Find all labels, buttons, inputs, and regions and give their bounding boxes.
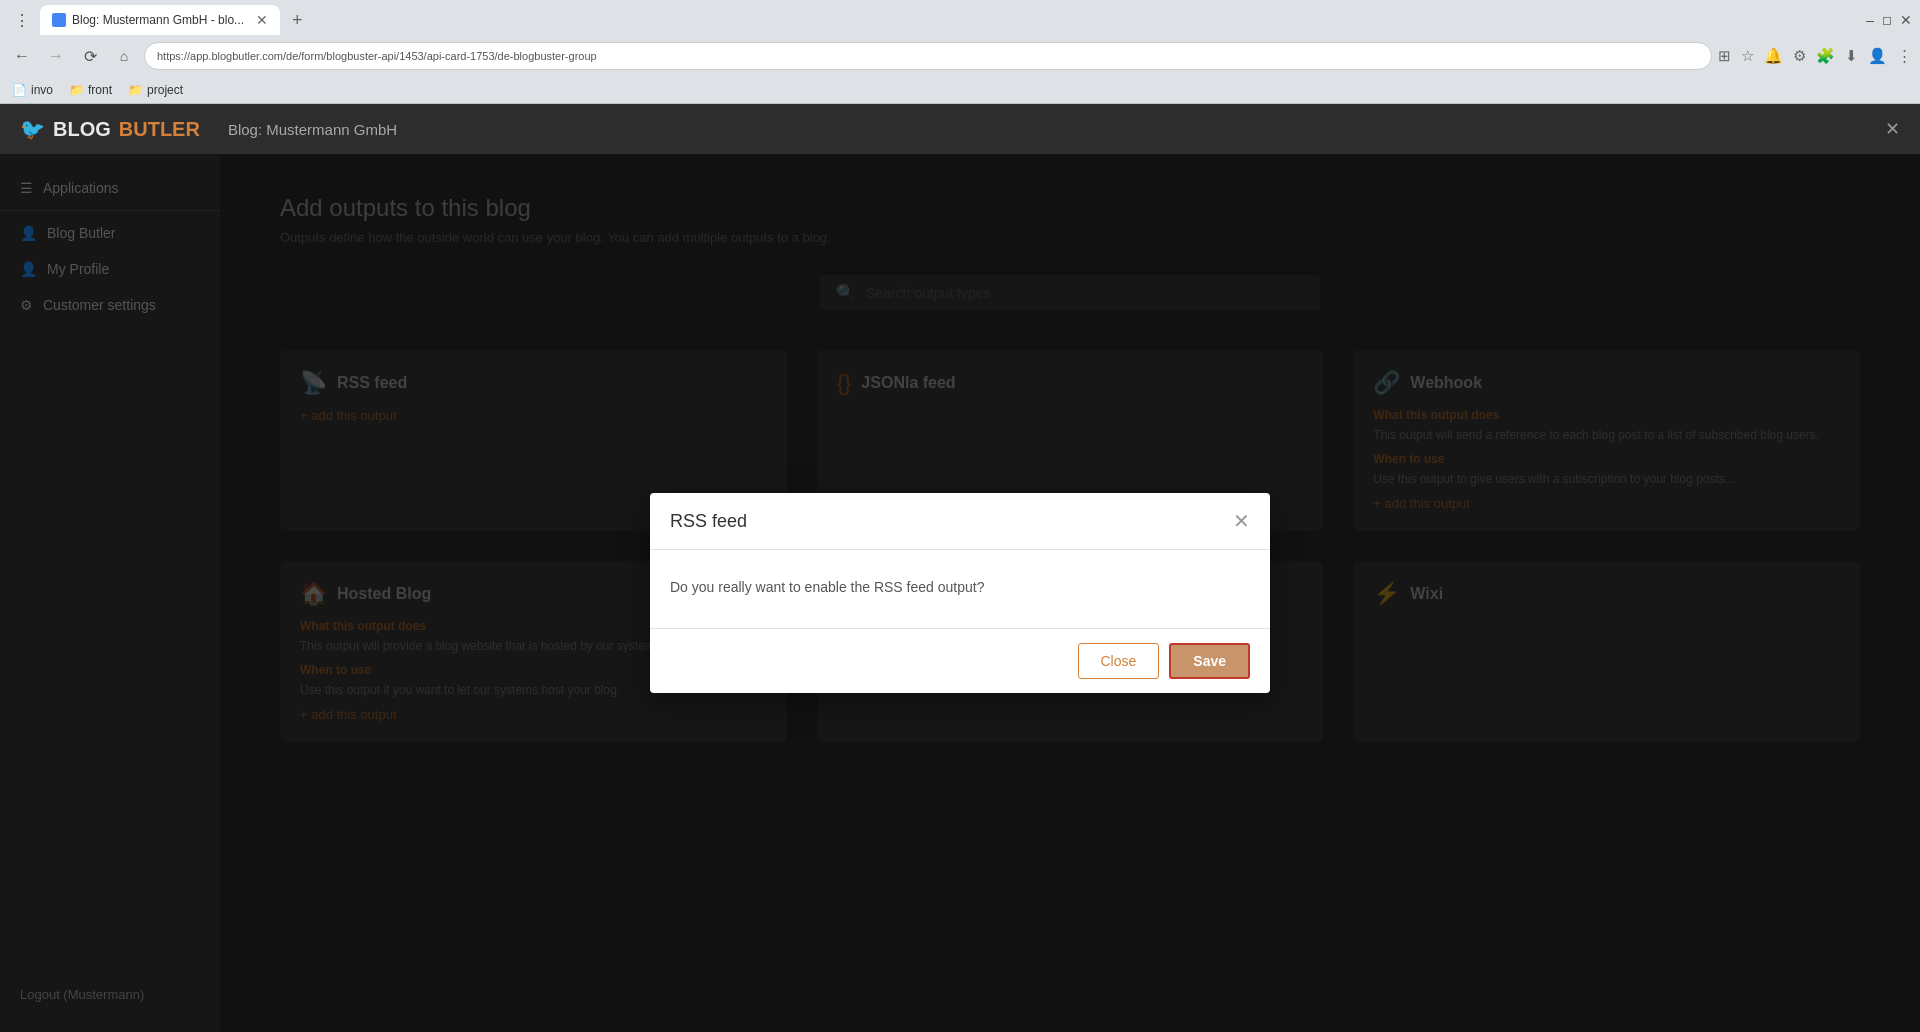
app-header-title: Blog: Mustermann GmbH — [228, 121, 397, 138]
bookmark-front-icon: 📁 — [69, 83, 84, 97]
home-btn[interactable]: ⌂ — [110, 42, 138, 70]
browser-menu-btn[interactable]: ⋮ — [8, 7, 36, 34]
back-btn[interactable]: ← — [8, 42, 36, 70]
tab-title: Blog: Mustermann GmbH - blo... — [72, 13, 250, 27]
download-icon[interactable]: ⬇ — [1845, 47, 1858, 65]
tab-close-btn[interactable]: ✕ — [256, 12, 268, 28]
bookmark-invo-icon: 📄 — [12, 83, 27, 97]
app-header: 🐦 BLOG BUTLER Blog: Mustermann GmbH ✕ — [0, 104, 1920, 154]
translate-icon[interactable]: ⊞ — [1718, 47, 1731, 65]
forward-btn[interactable]: → — [42, 42, 70, 70]
window-controls: – ◻ ✕ — [1866, 12, 1912, 28]
profile-icon[interactable]: 🔔 — [1764, 47, 1783, 65]
new-tab-btn[interactable]: + — [284, 8, 311, 33]
close-button[interactable]: Close — [1078, 643, 1160, 679]
restore-btn[interactable]: ◻ — [1882, 13, 1892, 27]
bookmark-invo[interactable]: 📄 invo — [12, 83, 53, 97]
browser-chrome: ⋮ Blog: Mustermann GmbH - blo... ✕ + – ◻… — [0, 0, 1920, 104]
bookmark-project[interactable]: 📁 project — [128, 83, 183, 97]
address-bar: ← → ⟳ ⌂ https://app.blogbutler.com/de/fo… — [0, 36, 1920, 76]
refresh-btn[interactable]: ⟳ — [76, 42, 104, 70]
minimize-btn[interactable]: – — [1866, 12, 1874, 28]
modal-body-text: Do you really want to enable the RSS fee… — [670, 579, 984, 595]
tab-bar: ⋮ Blog: Mustermann GmbH - blo... ✕ + – ◻… — [0, 0, 1920, 36]
modal-title: RSS feed — [670, 511, 747, 532]
modal-footer: Close Save — [650, 628, 1270, 693]
active-tab[interactable]: Blog: Mustermann GmbH - blo... ✕ — [40, 5, 280, 35]
bookmark-icon[interactable]: ☆ — [1741, 47, 1754, 65]
app-container: 🐦 BLOG BUTLER Blog: Mustermann GmbH ✕ ☰ … — [0, 104, 1920, 1032]
logo-icon: 🐦 — [20, 117, 45, 141]
logo-butler: BUTLER — [119, 118, 200, 141]
bookmark-front-label: front — [88, 83, 112, 97]
modal-body: Do you really want to enable the RSS fee… — [650, 550, 1270, 628]
close-window-btn[interactable]: ✕ — [1900, 12, 1912, 28]
modal-header: RSS feed ✕ — [650, 493, 1270, 550]
user-icon[interactable]: 👤 — [1868, 47, 1887, 65]
url-field[interactable]: https://app.blogbutler.com/de/form/blogb… — [144, 42, 1712, 70]
more-icon[interactable]: ⋮ — [1897, 47, 1912, 65]
modal-close-x-btn[interactable]: ✕ — [1233, 509, 1250, 533]
bookmark-project-icon: 📁 — [128, 83, 143, 97]
bookmark-front[interactable]: 📁 front — [69, 83, 112, 97]
tab-favicon — [52, 13, 66, 27]
logo-blog: BLOG — [53, 118, 111, 141]
app-close-btn[interactable]: ✕ — [1885, 118, 1900, 140]
bookmarks-bar: 📄 invo 📁 front 📁 project — [0, 76, 1920, 104]
modal-overlay: RSS feed ✕ Do you really want to enable … — [0, 154, 1920, 1032]
save-button[interactable]: Save — [1169, 643, 1250, 679]
extensions-icon[interactable]: 🧩 — [1816, 47, 1835, 65]
settings-icon[interactable]: ⚙ — [1793, 47, 1806, 65]
modal: RSS feed ✕ Do you really want to enable … — [650, 493, 1270, 693]
